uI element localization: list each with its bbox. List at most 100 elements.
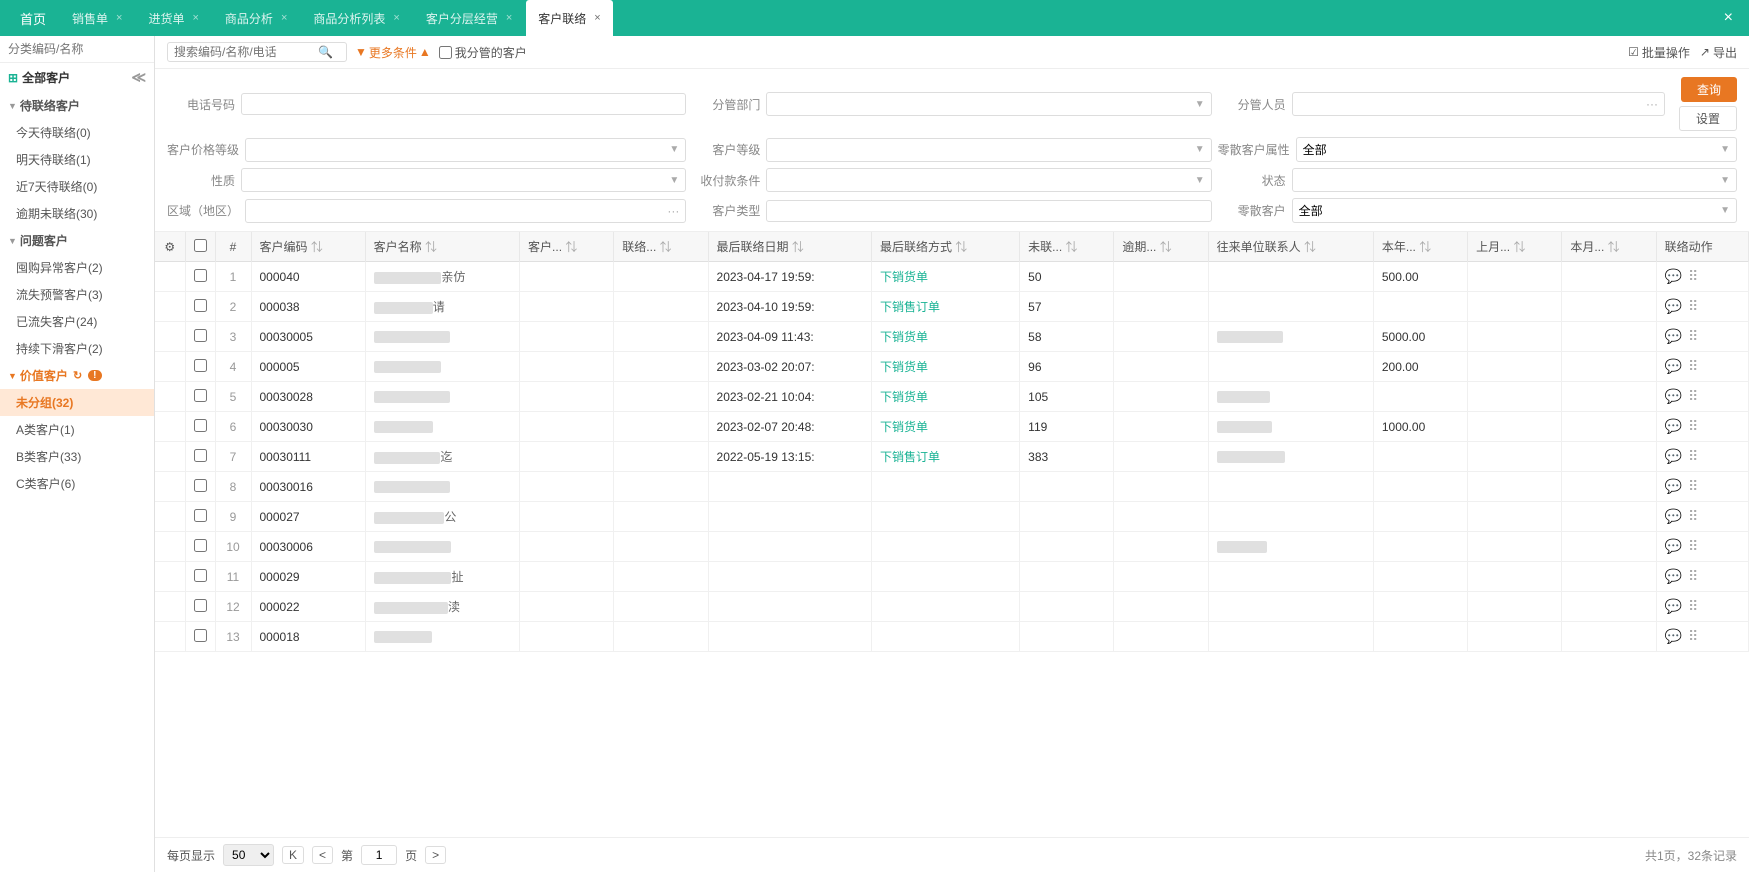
close-sales-icon[interactable]: × bbox=[116, 12, 122, 24]
sidebar-item-today[interactable]: 今天待联络(0) bbox=[0, 119, 154, 146]
col-type[interactable]: 客户... ⇅ bbox=[520, 232, 614, 262]
contact-icon[interactable]: 💬 bbox=[1665, 418, 1682, 435]
last-method-link[interactable]: 下销货单 bbox=[880, 270, 928, 284]
person-input[interactable]: ··· bbox=[1292, 92, 1665, 116]
row-checkbox[interactable] bbox=[194, 299, 207, 312]
price-level-select[interactable]: ▼ bbox=[245, 138, 686, 162]
row-checkbox[interactable] bbox=[194, 419, 207, 432]
more-icon[interactable]: ⠿ bbox=[1688, 508, 1698, 525]
dept-select[interactable]: ▼ bbox=[766, 92, 1211, 116]
nav-tab-product-analysis-list[interactable]: 商品分析列表 × bbox=[301, 0, 411, 36]
sidebar-group-value[interactable]: ▼ 价值客户 ↻ ! bbox=[0, 362, 154, 389]
contact-icon[interactable]: 💬 bbox=[1665, 598, 1682, 615]
sidebar-group-problem[interactable]: ▼ 问题客户 bbox=[0, 227, 154, 254]
my-customers-checkbox-label[interactable]: 我分管的客户 bbox=[439, 44, 527, 61]
retail-attr-select[interactable]: 全部 ▼ bbox=[1296, 137, 1737, 162]
more-conditions-btn[interactable]: ▼ 更多条件 ▲ bbox=[355, 44, 431, 61]
first-page-btn[interactable]: K bbox=[282, 846, 304, 864]
col-code[interactable]: 客户编码 ⇅ bbox=[251, 232, 365, 262]
nav-tab-purchase[interactable]: 进货单 × bbox=[136, 0, 210, 36]
nav-close-all-icon[interactable]: × bbox=[1716, 9, 1741, 27]
nav-tab-product-analysis[interactable]: 商品分析 × bbox=[213, 0, 299, 36]
sidebar-item-churned[interactable]: 已流失客户(24) bbox=[0, 308, 154, 335]
col-contact[interactable]: 联络... ⇅ bbox=[614, 232, 708, 262]
sidebar-item-a-class[interactable]: A类客户(1) bbox=[0, 416, 154, 443]
page-input[interactable] bbox=[361, 845, 397, 865]
contact-icon[interactable]: 💬 bbox=[1665, 568, 1682, 585]
export-btn[interactable]: ↗ 导出 bbox=[1700, 44, 1737, 61]
more-icon[interactable]: ⠿ bbox=[1688, 628, 1698, 645]
contact-icon[interactable]: 💬 bbox=[1665, 268, 1682, 285]
prev-page-btn[interactable]: < bbox=[312, 846, 333, 864]
status-select[interactable]: ▼ bbox=[1292, 168, 1737, 192]
more-icon[interactable]: ⠿ bbox=[1688, 268, 1698, 285]
sidebar-item-7days[interactable]: 近7天待联络(0) bbox=[0, 173, 154, 200]
more-icon[interactable]: ⠿ bbox=[1688, 598, 1698, 615]
last-method-link[interactable]: 下销货单 bbox=[880, 330, 928, 344]
sidebar-item-c-class[interactable]: C类客户(6) bbox=[0, 470, 154, 497]
more-icon[interactable]: ⠿ bbox=[1688, 538, 1698, 555]
nav-tab-sales[interactable]: 销售单 × bbox=[60, 0, 134, 36]
page-size-select[interactable]: 50 100 bbox=[223, 844, 274, 866]
last-method-link[interactable]: 下销售订单 bbox=[880, 300, 940, 314]
cust-type-input[interactable] bbox=[766, 200, 1211, 222]
more-icon[interactable]: ⠿ bbox=[1688, 418, 1698, 435]
sidebar-item-ungrouped[interactable]: 未分组(32) bbox=[0, 389, 154, 416]
contact-icon[interactable]: 💬 bbox=[1665, 538, 1682, 555]
row-checkbox[interactable] bbox=[194, 509, 207, 522]
contact-icon[interactable]: 💬 bbox=[1665, 508, 1682, 525]
last-method-link[interactable]: 下销货单 bbox=[880, 360, 928, 374]
sidebar-item-churn-warning[interactable]: 流失预警客户(3) bbox=[0, 281, 154, 308]
row-checkbox[interactable] bbox=[194, 539, 207, 552]
value-refresh-icon[interactable]: ↻ bbox=[73, 369, 82, 382]
col-not-contact[interactable]: 未联... ⇅ bbox=[1020, 232, 1114, 262]
close-product-list-icon[interactable]: × bbox=[393, 12, 399, 24]
contact-icon[interactable]: 💬 bbox=[1665, 328, 1682, 345]
col-last-date[interactable]: 最后联络日期 ⇅ bbox=[708, 232, 871, 262]
phone-input[interactable] bbox=[241, 93, 686, 115]
col-overdue[interactable]: 逾期... ⇅ bbox=[1114, 232, 1208, 262]
cust-level-select[interactable]: ▼ bbox=[766, 138, 1211, 162]
nav-tab-customer-contact[interactable]: 客户联络 × bbox=[526, 0, 612, 36]
payment-select[interactable]: ▼ bbox=[766, 168, 1211, 192]
more-icon[interactable]: ⠿ bbox=[1688, 478, 1698, 495]
nav-home[interactable]: 首页 bbox=[8, 9, 58, 28]
col-partner[interactable]: 往来单位联系人 ⇅ bbox=[1208, 232, 1373, 262]
sidebar-item-hoard-anomaly[interactable]: 囤购异常客户(2) bbox=[0, 254, 154, 281]
col-this-month[interactable]: 本月... ⇅ bbox=[1562, 232, 1656, 262]
close-customer-tier-icon[interactable]: × bbox=[506, 12, 512, 24]
more-icon[interactable]: ⠿ bbox=[1688, 388, 1698, 405]
row-checkbox[interactable] bbox=[194, 449, 207, 462]
sidebar-item-b-class[interactable]: B类客户(33) bbox=[0, 443, 154, 470]
query-btn[interactable]: 查询 bbox=[1681, 77, 1737, 102]
last-method-link[interactable]: 下销货单 bbox=[880, 390, 928, 404]
contact-icon[interactable]: 💬 bbox=[1665, 298, 1682, 315]
col-this-year[interactable]: 本年... ⇅ bbox=[1373, 232, 1467, 262]
sidebar-group-pending[interactable]: ▼ 待联络客户 bbox=[0, 92, 154, 119]
contact-icon[interactable]: 💬 bbox=[1665, 358, 1682, 375]
contact-icon[interactable]: 💬 bbox=[1665, 448, 1682, 465]
row-checkbox[interactable] bbox=[194, 599, 207, 612]
region-input[interactable]: ··· bbox=[245, 199, 686, 223]
more-icon[interactable]: ⠿ bbox=[1688, 568, 1698, 585]
nature-select[interactable]: ▼ bbox=[241, 168, 686, 192]
col-name[interactable]: 客户名称 ⇅ bbox=[365, 232, 519, 262]
select-all-checkbox[interactable] bbox=[194, 239, 207, 252]
sidebar-all-customers[interactable]: ⊞ 全部客户 ≪ bbox=[0, 63, 154, 92]
sidebar-item-overdue[interactable]: 逾期未联络(30) bbox=[0, 200, 154, 227]
my-customers-checkbox[interactable] bbox=[439, 46, 452, 59]
sidebar-collapse-icon[interactable]: ≪ bbox=[131, 69, 146, 86]
last-method-link[interactable]: 下销售订单 bbox=[880, 450, 940, 464]
main-search-input[interactable] bbox=[174, 45, 314, 59]
more-icon[interactable]: ⠿ bbox=[1688, 358, 1698, 375]
row-checkbox[interactable] bbox=[194, 479, 207, 492]
contact-icon[interactable]: 💬 bbox=[1665, 628, 1682, 645]
col-gear[interactable]: ⚙ bbox=[155, 232, 185, 262]
row-checkbox[interactable] bbox=[194, 329, 207, 342]
contact-icon[interactable]: 💬 bbox=[1665, 478, 1682, 495]
sidebar-item-declining[interactable]: 持续下滑客户(2) bbox=[0, 335, 154, 362]
close-customer-contact-icon[interactable]: × bbox=[594, 12, 600, 24]
sidebar-item-tomorrow[interactable]: 明天待联络(1) bbox=[0, 146, 154, 173]
row-checkbox[interactable] bbox=[194, 569, 207, 582]
batch-operate-btn[interactable]: ☑ 批量操作 bbox=[1628, 44, 1690, 61]
